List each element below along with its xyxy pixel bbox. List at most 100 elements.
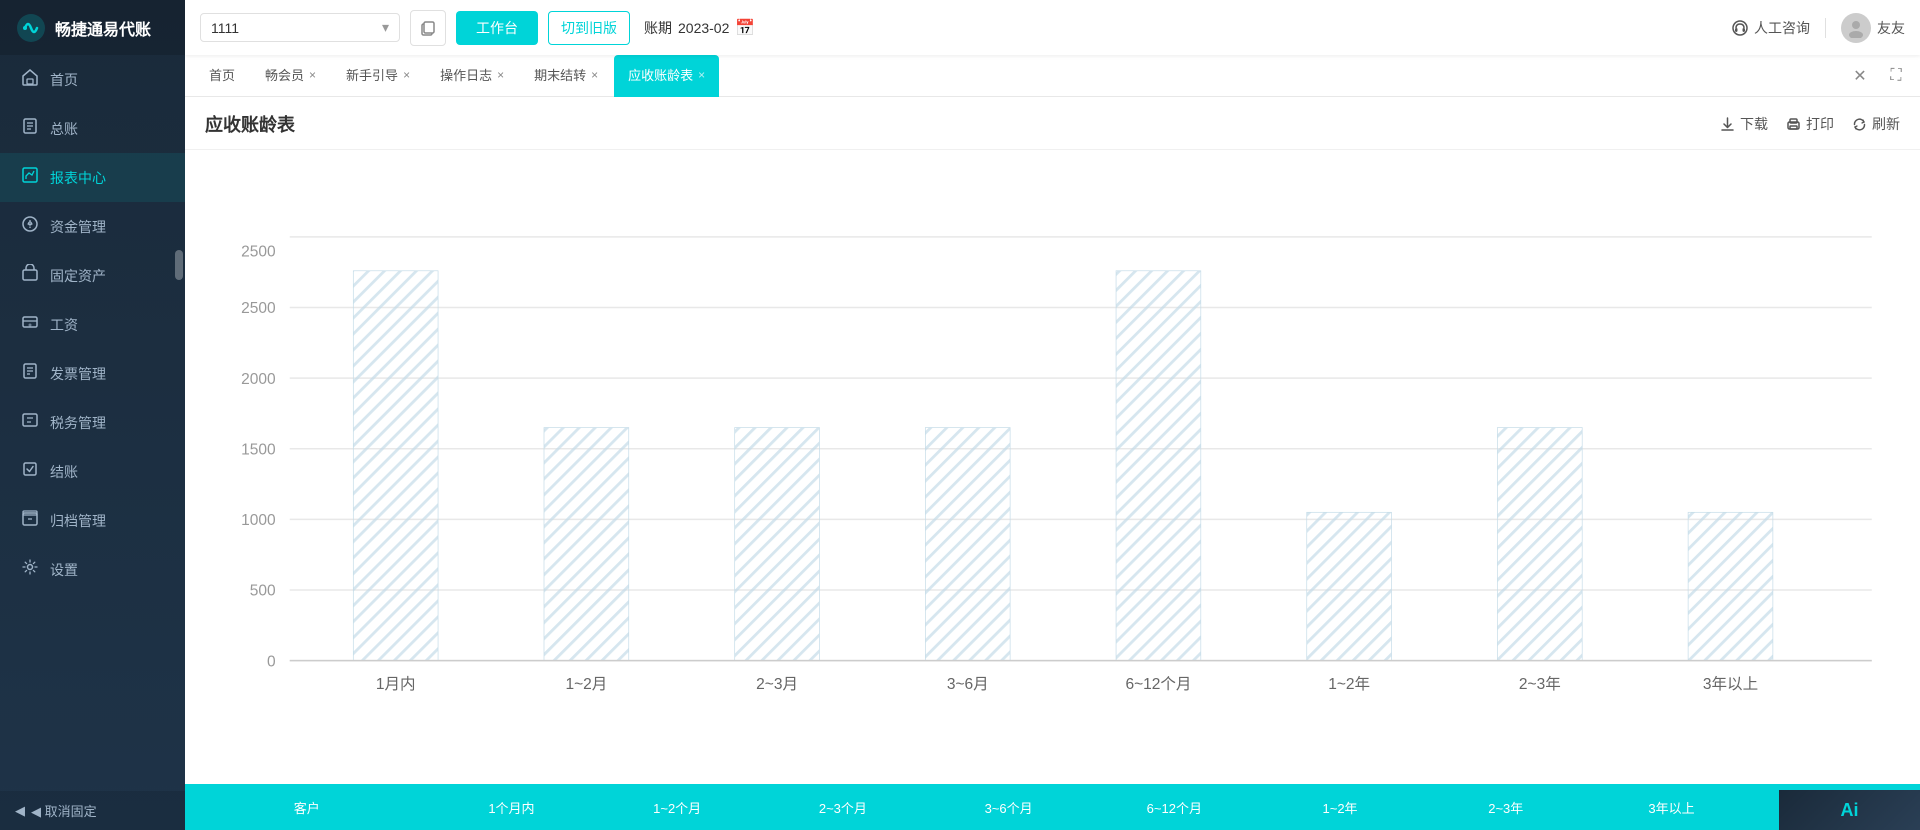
sidebar-item-结账[interactable]: 结账 xyxy=(0,447,185,496)
nav-label: 固定资产 xyxy=(50,266,106,286)
th-客户: 客户 xyxy=(185,798,429,817)
nav-icon-归档管理 xyxy=(20,509,40,532)
ai-label: Ai xyxy=(1841,800,1859,821)
tab-label: 操作日志 xyxy=(440,65,492,84)
tab-畅会员[interactable]: 畅会员 × xyxy=(251,55,330,97)
logo-icon xyxy=(15,12,47,44)
nav-label: 总账 xyxy=(50,119,78,139)
collapse-icon: ◀ xyxy=(15,803,25,819)
collapse-label: ◀︎ 取消固定 xyxy=(31,801,97,820)
svg-text:3~6月: 3~6月 xyxy=(947,676,989,693)
svg-text:1500: 1500 xyxy=(241,441,276,458)
tab-close-icon[interactable]: × xyxy=(497,69,504,81)
chevron-down-icon: ▾ xyxy=(382,19,389,36)
svg-text:2000: 2000 xyxy=(241,371,276,388)
svg-text:3年以上: 3年以上 xyxy=(1703,675,1758,693)
topbar-right: 人工咨询 友友 xyxy=(1731,13,1905,43)
content-area: 应收账龄表 下载 打印 xyxy=(185,97,1920,830)
close-all-tabs-button[interactable]: ✕ xyxy=(1846,62,1874,90)
svg-text:1月内: 1月内 xyxy=(376,675,416,693)
sidebar-item-资金管理[interactable]: 资金管理 xyxy=(0,202,185,251)
tab-操作日志[interactable]: 操作日志 × xyxy=(426,55,518,97)
period-value: 2023-02 xyxy=(678,20,729,36)
svg-text:1000: 1000 xyxy=(241,512,276,529)
download-icon xyxy=(1720,117,1735,132)
tabs-container: 首页畅会员 ×新手引导 ×操作日志 ×期末结转 ×应收账龄表 × xyxy=(195,55,1844,97)
svg-text:0: 0 xyxy=(267,653,276,670)
tabs-right: ✕ ⛶ xyxy=(1846,62,1910,90)
nav-label: 税务管理 xyxy=(50,413,106,433)
nav-icon-发票管理 xyxy=(20,362,40,385)
sidebar-item-总账[interactable]: 总账 xyxy=(0,104,185,153)
period-area: 账期 2023-02 📅 xyxy=(644,18,755,38)
calendar-icon[interactable]: 📅 xyxy=(735,18,755,38)
app-logo: 畅捷通易代账 xyxy=(0,0,185,55)
nav-icon-税务管理 xyxy=(20,411,40,434)
maximize-button[interactable]: ⛶ xyxy=(1882,62,1910,90)
nav-label: 报表中心 xyxy=(50,168,106,188)
download-button[interactable]: 下载 xyxy=(1720,114,1768,134)
copy-icon[interactable] xyxy=(410,10,446,46)
sidebar-item-报表中心[interactable]: 报表中心 xyxy=(0,153,185,202)
nav-label: 资金管理 xyxy=(50,217,106,237)
sidebar-item-归档管理[interactable]: 归档管理 xyxy=(0,496,185,545)
tab-新手引导[interactable]: 新手引导 × xyxy=(332,55,424,97)
tab-期末结转[interactable]: 期末结转 × xyxy=(520,55,612,97)
user-menu[interactable]: 友友 xyxy=(1841,13,1905,43)
tab-close-icon[interactable]: × xyxy=(591,69,598,81)
tabs-bar: 首页畅会员 ×新手引导 ×操作日志 ×期末结转 ×应收账龄表 × ✕ ⛶ xyxy=(185,55,1920,97)
nav-label: 发票管理 xyxy=(50,364,106,384)
company-selector[interactable]: 1111 ▾ xyxy=(200,13,400,42)
th-6~12个月: 6~12个月 xyxy=(1091,798,1257,817)
chart-svg-area: 0 500 1000 1500 2000 2500 2500 1 xyxy=(205,170,1900,784)
tab-close-icon[interactable]: × xyxy=(403,69,410,81)
tab-close-icon[interactable]: × xyxy=(309,69,316,81)
support-label: 人工咨询 xyxy=(1754,18,1810,38)
download-label: 下载 xyxy=(1740,114,1768,134)
th-3年以上: 3年以上 xyxy=(1589,798,1755,817)
support-button[interactable]: 人工咨询 xyxy=(1731,18,1810,38)
company-name: 1111 xyxy=(211,20,239,36)
nav-label: 归档管理 xyxy=(50,511,106,531)
nav-icon-报表中心 xyxy=(20,166,40,189)
page-header: 应收账龄表 下载 打印 xyxy=(185,97,1920,150)
sidebar-item-工资[interactable]: 工资 xyxy=(0,300,185,349)
sidebar: 畅捷通易代账 首页 总账 报表中心 资金管理 固定资产 工资 发票管理 税务管理 xyxy=(0,0,185,830)
sidebar-item-设置[interactable]: 设置 xyxy=(0,545,185,594)
print-button[interactable]: 打印 xyxy=(1786,114,1834,134)
workbench-button[interactable]: 工作台 xyxy=(456,11,538,45)
th-2~3年: 2~3年 xyxy=(1423,798,1589,817)
scroll-indicator xyxy=(175,250,183,280)
sidebar-item-固定资产[interactable]: 固定资产 xyxy=(0,251,185,300)
nav-icon-总账 xyxy=(20,117,40,140)
svg-text:1~2月: 1~2月 xyxy=(565,676,607,693)
nav-label: 结账 xyxy=(50,462,78,482)
chart-container: 0 500 1000 1500 2000 2500 2500 1 xyxy=(185,150,1920,784)
period-label: 账期 xyxy=(644,18,672,38)
ai-badge[interactable]: Ai xyxy=(1779,790,1920,830)
refresh-icon xyxy=(1852,117,1867,132)
th-2~3个月: 2~3个月 xyxy=(760,798,926,817)
print-icon xyxy=(1786,117,1801,132)
sidebar-item-发票管理[interactable]: 发票管理 xyxy=(0,349,185,398)
page-title: 应收账龄表 xyxy=(205,111,295,137)
svg-text:1~2年: 1~2年 xyxy=(1328,675,1370,693)
tab-label: 畅会员 xyxy=(265,65,304,84)
refresh-button[interactable]: 刷新 xyxy=(1852,114,1900,134)
th-1~2个月: 1~2个月 xyxy=(594,798,760,817)
svg-text:2500: 2500 xyxy=(241,300,276,317)
sidebar-item-首页[interactable]: 首页 xyxy=(0,55,185,104)
tab-首页[interactable]: 首页 xyxy=(195,55,249,97)
tab-应收账龄表[interactable]: 应收账龄表 × xyxy=(614,55,719,97)
tab-close-icon[interactable]: × xyxy=(698,69,705,81)
app-name: 畅捷通易代账 xyxy=(55,16,151,40)
nav-icon-结账 xyxy=(20,460,40,483)
print-label: 打印 xyxy=(1806,114,1834,134)
sidebar-item-税务管理[interactable]: 税务管理 xyxy=(0,398,185,447)
nav-label: 工资 xyxy=(50,315,78,335)
main-area: 1111 ▾ 工作台 切到旧版 账期 2023-02 📅 xyxy=(185,0,1920,830)
user-name: 友友 xyxy=(1877,18,1905,38)
switch-version-button[interactable]: 切到旧版 xyxy=(548,11,630,45)
sidebar-collapse-btn[interactable]: ◀ ◀︎ 取消固定 xyxy=(0,791,185,830)
sidebar-scroll: 首页 总账 报表中心 资金管理 固定资产 工资 发票管理 税务管理 结账 归 xyxy=(0,55,185,791)
